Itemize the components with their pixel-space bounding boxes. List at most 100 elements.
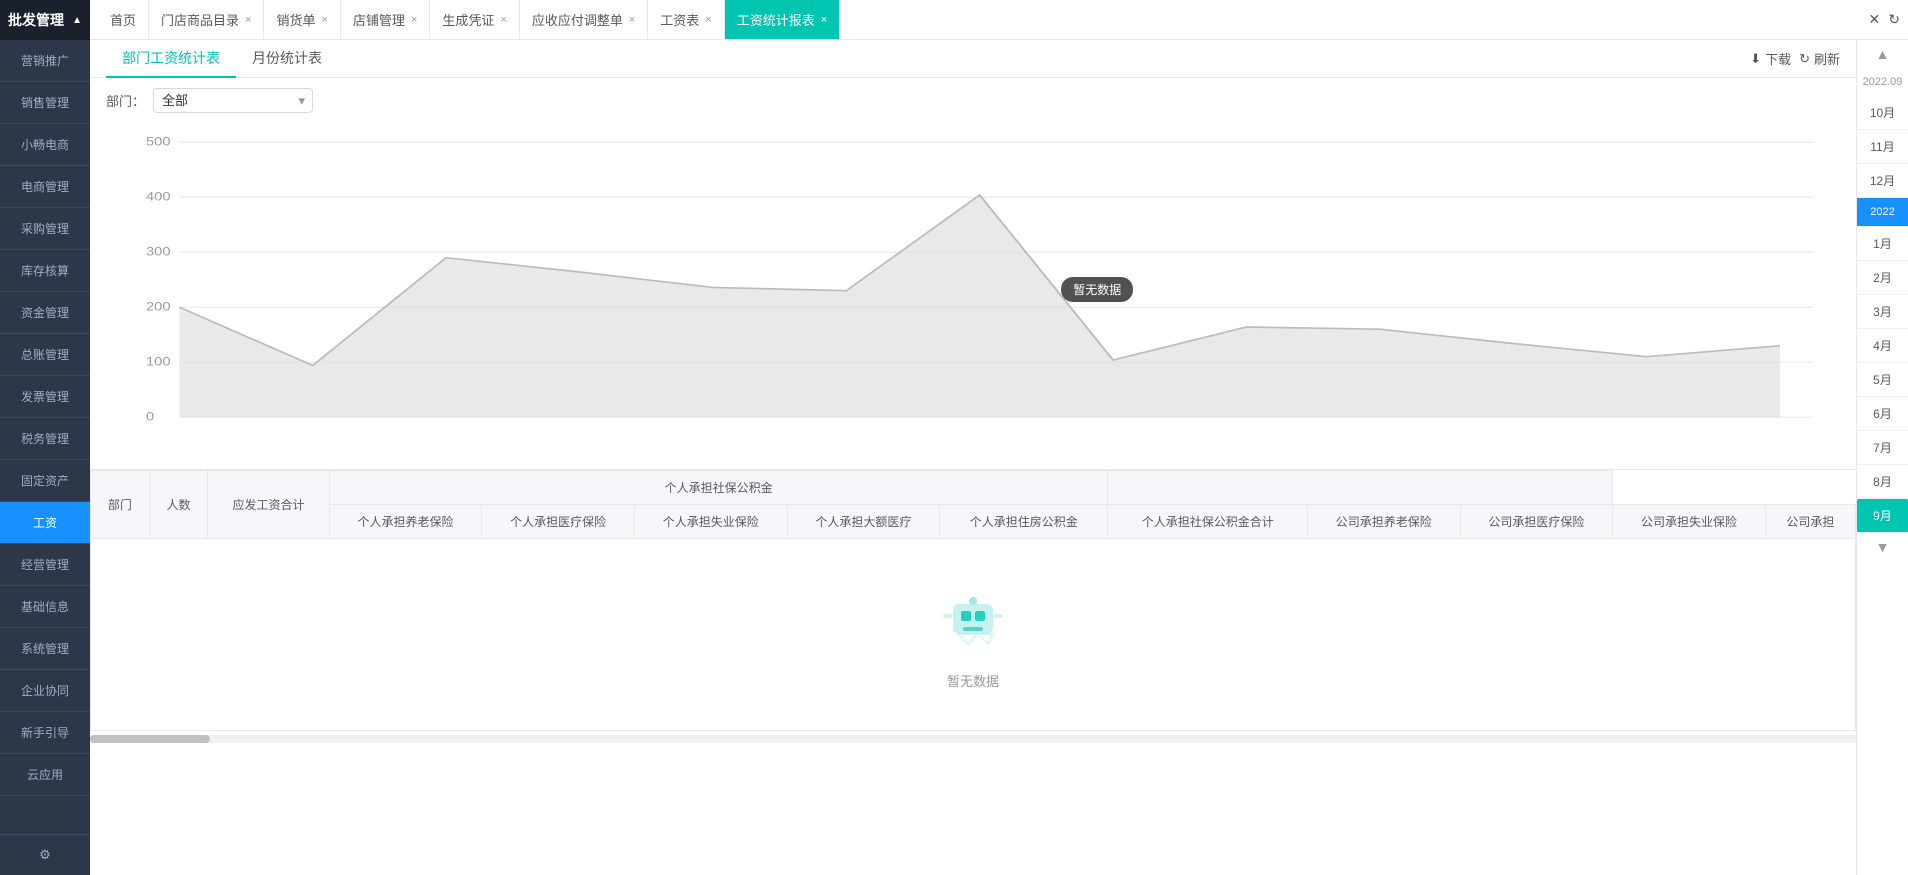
tab-close-7[interactable]: × bbox=[821, 14, 827, 26]
sidebar-item-1[interactable]: 销售管理 bbox=[0, 82, 90, 124]
th-housing-personal: 个人承担住房公积金 bbox=[940, 505, 1108, 539]
close-all-button[interactable]: ✕ bbox=[1869, 11, 1881, 28]
date-item-7[interactable]: 4月 bbox=[1857, 329, 1908, 363]
date-item-8[interactable]: 5月 bbox=[1857, 363, 1908, 397]
content-area: 部门工资统计表 月份统计表 ⬇ 下载 ↻ 刷新 部门： bbox=[90, 40, 1908, 875]
svg-text:300: 300 bbox=[146, 245, 170, 258]
svg-text:0: 0 bbox=[146, 410, 154, 423]
date-nav-down[interactable]: ▼ bbox=[1872, 533, 1894, 561]
tab-close-3[interactable]: × bbox=[411, 14, 417, 26]
tab-bar: 首页门店商品目录×销货单×店铺管理×生成凭证×应收应付调整单×工资表×工资统计报… bbox=[90, 0, 1908, 40]
svg-text:400: 400 bbox=[146, 190, 170, 203]
date-item-10[interactable]: 7月 bbox=[1857, 431, 1908, 465]
sidebar-item-7[interactable]: 总账管理 bbox=[0, 334, 90, 376]
sidebar-item-10[interactable]: 固定资产 bbox=[0, 460, 90, 502]
page-body: 部门工资统计表 月份统计表 ⬇ 下载 ↻ 刷新 部门： bbox=[90, 40, 1856, 875]
sidebar-item-11[interactable]: 工资 bbox=[0, 502, 90, 544]
sidebar-item-14[interactable]: 系统管理 bbox=[0, 628, 90, 670]
refresh-icon: ↻ bbox=[1799, 51, 1810, 67]
tab-item-2[interactable]: 销货单× bbox=[264, 0, 340, 40]
svg-text:200: 200 bbox=[146, 300, 170, 313]
th-social-total: 个人承担社保公积金合计 bbox=[1108, 505, 1308, 539]
sidebar-item-12[interactable]: 经营管理 bbox=[0, 544, 90, 586]
sidebar-item-3[interactable]: 电商管理 bbox=[0, 166, 90, 208]
tab-item-1[interactable]: 门店商品目录× bbox=[149, 0, 264, 40]
th-medical-personal: 个人承担医疗保险 bbox=[482, 505, 635, 539]
filter-toolbar: 部门： 全部销售部技术部财务部行政部 bbox=[90, 78, 1856, 119]
table-section: 部门 人数 应发工资合计 个人承担社保公积金 个人承担养老保险 个人承担医疗保险… bbox=[90, 469, 1856, 731]
date-item-6[interactable]: 3月 bbox=[1857, 295, 1908, 329]
th-company-other: 公司承担 bbox=[1765, 505, 1855, 539]
date-item-2[interactable]: 12月 bbox=[1857, 164, 1908, 198]
tab-item-0[interactable]: 首页 bbox=[98, 0, 149, 40]
sidebar: 批发管理 ▲ 营销推广销售管理小畅电商电商管理采购管理库存核算资金管理总账管理发… bbox=[0, 0, 90, 875]
date-item-9[interactable]: 6月 bbox=[1857, 397, 1908, 431]
date-item-11[interactable]: 8月 bbox=[1857, 465, 1908, 499]
sidebar-title: 批发管理 bbox=[8, 10, 64, 30]
sidebar-item-15[interactable]: 企业协同 bbox=[0, 670, 90, 712]
empty-robot-icon bbox=[933, 579, 1013, 659]
date-item-12[interactable]: 9月 bbox=[1857, 499, 1908, 533]
date-item-3[interactable]: 2022 bbox=[1857, 198, 1908, 227]
tab-item-4[interactable]: 生成凭证× bbox=[430, 0, 519, 40]
chart-area: 500 400 300 200 100 0 bbox=[90, 119, 1856, 469]
th-pension-personal: 个人承担养老保险 bbox=[329, 505, 482, 539]
th-unemployment-company: 公司承担失业保险 bbox=[1613, 505, 1766, 539]
refresh-button[interactable]: ↻ 刷新 bbox=[1799, 49, 1840, 68]
dept-label: 部门： bbox=[106, 91, 145, 110]
date-item-4[interactable]: 1月 bbox=[1857, 227, 1908, 261]
th-count: 人数 bbox=[149, 471, 208, 539]
date-nav-up[interactable]: ▲ bbox=[1872, 40, 1894, 68]
sidebar-item-9[interactable]: 税务管理 bbox=[0, 418, 90, 460]
sidebar-item-13[interactable]: 基础信息 bbox=[0, 586, 90, 628]
data-table: 部门 人数 应发工资合计 个人承担社保公积金 个人承担养老保险 个人承担医疗保险… bbox=[90, 470, 1856, 731]
tab-close-2[interactable]: × bbox=[321, 14, 327, 26]
svg-text:100: 100 bbox=[146, 355, 170, 368]
refresh-tabs-button[interactable]: ↻ bbox=[1888, 11, 1900, 28]
sidebar-item-5[interactable]: 库存核算 bbox=[0, 250, 90, 292]
sidebar-collapse-icon[interactable]: ▲ bbox=[72, 15, 82, 26]
empty-cell: 暂无数据 bbox=[91, 539, 1856, 731]
date-item-0[interactable]: 10月 bbox=[1857, 96, 1908, 130]
date-item-5[interactable]: 2月 bbox=[1857, 261, 1908, 295]
tab-item-7[interactable]: 工资统计报表× bbox=[725, 0, 840, 40]
sub-tab-month[interactable]: 月份统计表 bbox=[236, 40, 338, 78]
dept-select[interactable]: 全部销售部技术部财务部行政部 bbox=[153, 88, 313, 113]
th-company-social bbox=[1108, 471, 1613, 505]
tab-item-6[interactable]: 工资表× bbox=[648, 0, 724, 40]
empty-text: 暂无数据 bbox=[947, 671, 999, 690]
horizontal-scrollbar[interactable] bbox=[90, 735, 1856, 743]
th-medical-company: 公司承担医疗保险 bbox=[1460, 505, 1613, 539]
sidebar-item-8[interactable]: 发票管理 bbox=[0, 376, 90, 418]
sidebar-item-16[interactable]: 新手引导 bbox=[0, 712, 90, 754]
tab-item-5[interactable]: 应收应付调整单× bbox=[520, 0, 648, 40]
download-icon: ⬇ bbox=[1750, 51, 1761, 67]
sidebar-item-6[interactable]: 资金管理 bbox=[0, 292, 90, 334]
refresh-label: 刷新 bbox=[1814, 49, 1840, 68]
tab-close-6[interactable]: × bbox=[705, 14, 711, 26]
th-dept: 部门 bbox=[91, 471, 150, 539]
sub-tab-dept[interactable]: 部门工资统计表 bbox=[106, 40, 236, 78]
tab-close-1[interactable]: × bbox=[245, 14, 251, 26]
sidebar-item-17[interactable]: 云应用 bbox=[0, 754, 90, 796]
sidebar-item-4[interactable]: 采购管理 bbox=[0, 208, 90, 250]
chart-svg: 500 400 300 200 100 0 bbox=[106, 129, 1840, 459]
tab-bar-end: ✕ ↻ bbox=[1869, 11, 1900, 28]
sidebar-footer-settings[interactable]: ⚙ bbox=[0, 834, 90, 875]
main-area: 首页门店商品目录×销货单×店铺管理×生成凭证×应收应付调整单×工资表×工资统计报… bbox=[90, 0, 1908, 875]
date-item-1[interactable]: 11月 bbox=[1857, 130, 1908, 164]
tab-close-4[interactable]: × bbox=[500, 14, 506, 26]
th-total-wage: 应发工资合计 bbox=[208, 471, 329, 539]
sidebar-header: 批发管理 ▲ bbox=[0, 0, 90, 40]
th-unemployment-personal: 个人承担失业保险 bbox=[634, 505, 787, 539]
sub-tabs: 部门工资统计表 月份统计表 bbox=[106, 40, 338, 77]
empty-state: 暂无数据 bbox=[91, 539, 1855, 730]
tab-item-3[interactable]: 店铺管理× bbox=[341, 0, 430, 40]
tab-close-5[interactable]: × bbox=[629, 14, 635, 26]
download-button[interactable]: ⬇ 下载 bbox=[1750, 49, 1791, 68]
sidebar-item-0[interactable]: 营销推广 bbox=[0, 40, 90, 82]
th-personal-social: 个人承担社保公积金 bbox=[329, 471, 1108, 505]
scroll-thumb[interactable] bbox=[90, 735, 210, 743]
th-pension-company: 公司承担养老保险 bbox=[1308, 505, 1461, 539]
sidebar-item-2[interactable]: 小畅电商 bbox=[0, 124, 90, 166]
